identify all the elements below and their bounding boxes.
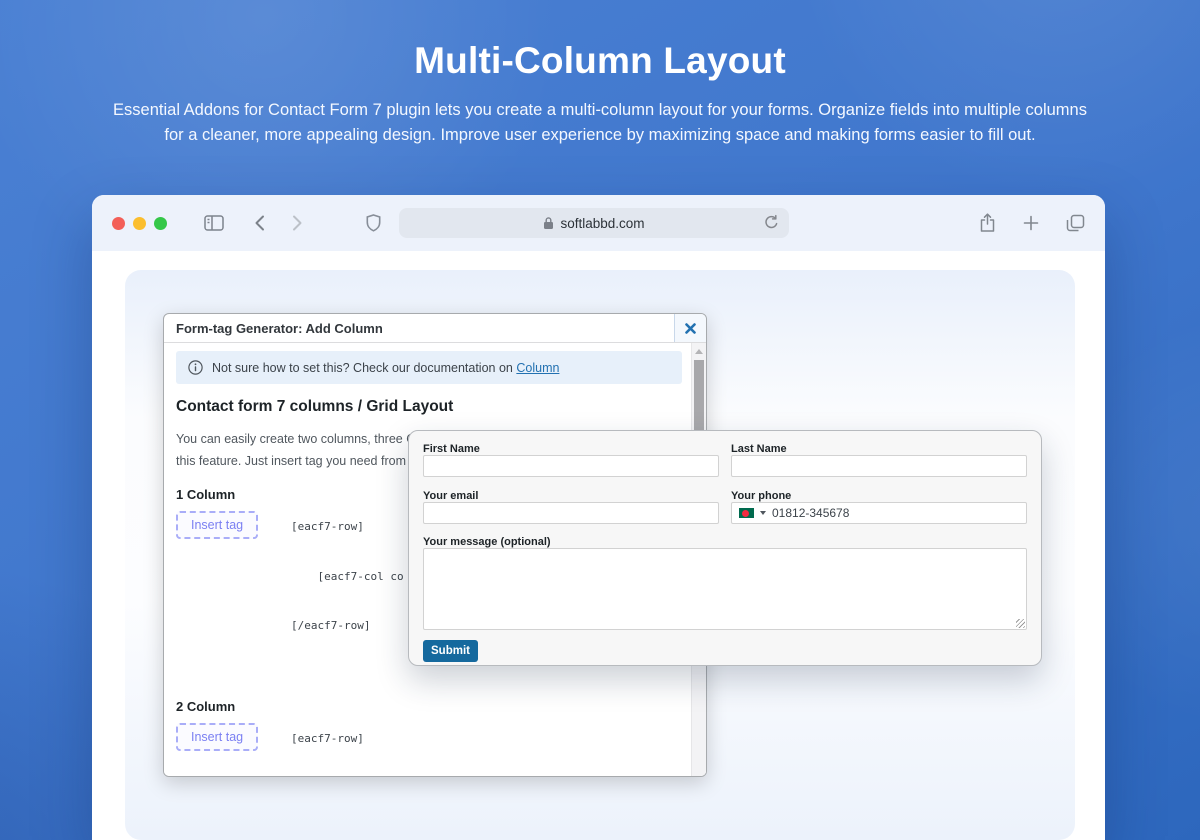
first-name-group: First Name [423,443,719,477]
section-label: 1 Column [176,487,236,502]
documentation-link[interactable]: Column [516,361,559,375]
privacy-shield-icon[interactable] [366,214,381,232]
address-bar[interactable]: softlabbd.com [399,208,789,238]
scroll-up-arrow[interactable] [692,344,706,359]
message-label: Your message (optional) [423,536,551,548]
page-title: Multi-Column Layout [414,40,786,81]
submit-button[interactable]: Submit [423,640,478,662]
close-window-button[interactable] [112,216,125,230]
new-tab-icon[interactable] [1023,215,1039,231]
url-text: softlabbd.com [560,215,645,231]
last-name-field[interactable] [731,455,1027,477]
last-name-group: Last Name [731,443,1027,477]
tab-overview-icon[interactable] [1066,214,1085,232]
page-background: Multi-Column Layout Essential Addons for… [0,0,1200,840]
email-field[interactable] [423,502,719,524]
phone-group: Your phone 01812-345678 [731,490,1027,524]
insert-tag-button-1col[interactable]: Insert tag [176,511,259,539]
minimize-window-button[interactable] [133,216,146,230]
code-snippet-1col: [eacf7-row] [eacf7-col co [/eacf7-row] [291,520,404,632]
info-icon [188,360,203,375]
bangladesh-flag-icon[interactable] [739,508,754,518]
phone-field[interactable]: 01812-345678 [731,502,1027,524]
contact-form-preview: First Name Last Name Your email Your pho… [408,430,1042,666]
first-name-field[interactable] [423,455,719,477]
section-2-column: 2 Column Insert tag [eacf7-row] [eacf7-c… [176,698,666,777]
first-name-label: First Name [423,443,480,455]
dialog-title: Form-tag Generator: Add Column [176,320,383,336]
zoom-window-button[interactable] [154,216,167,230]
documentation-notice: Not sure how to set this? Check our docu… [176,351,682,384]
notice-text: Not sure how to set this? Check our docu… [212,360,560,375]
close-dialog-button[interactable] [674,314,706,342]
section-label: 2 Column [176,698,236,714]
hero-section: Multi-Column Layout Essential Addons for… [0,0,1200,147]
email-label: Your email [423,490,479,502]
forward-button[interactable] [292,215,303,231]
browser-viewport: Form-tag Generator: Add Column Not sure … [92,251,1105,840]
sidebar-toggle-icon[interactable] [204,215,224,231]
country-dropdown-caret-icon[interactable] [760,511,766,515]
browser-window: softlabbd.com Form-tag Generator: Add Co… [92,195,1105,840]
browser-toolbar: softlabbd.com [92,195,1105,251]
share-icon[interactable] [979,213,996,233]
refresh-icon[interactable] [763,214,780,231]
page-subtitle: Essential Addons for Contact Form 7 plug… [113,101,1087,144]
dialog-heading: Contact form 7 columns / Grid Layout [176,398,454,415]
back-button[interactable] [254,215,265,231]
close-icon [685,322,696,334]
phone-label: Your phone [731,490,792,502]
code-snippet-2col: [eacf7-row] [eacf7-col co [eacf7-col co … [291,731,364,745]
window-controls [112,216,167,230]
message-field[interactable] [423,548,1027,630]
resize-handle[interactable] [1016,619,1025,628]
lock-icon [543,216,554,230]
insert-tag-button-2col[interactable]: Insert tag [176,722,259,751]
phone-value: 01812-345678 [772,506,850,520]
last-name-label: Last Name [731,443,787,455]
email-group: Your email [423,490,719,524]
dialog-titlebar: Form-tag Generator: Add Column [164,314,706,343]
message-group: Your message (optional) [423,536,1027,630]
